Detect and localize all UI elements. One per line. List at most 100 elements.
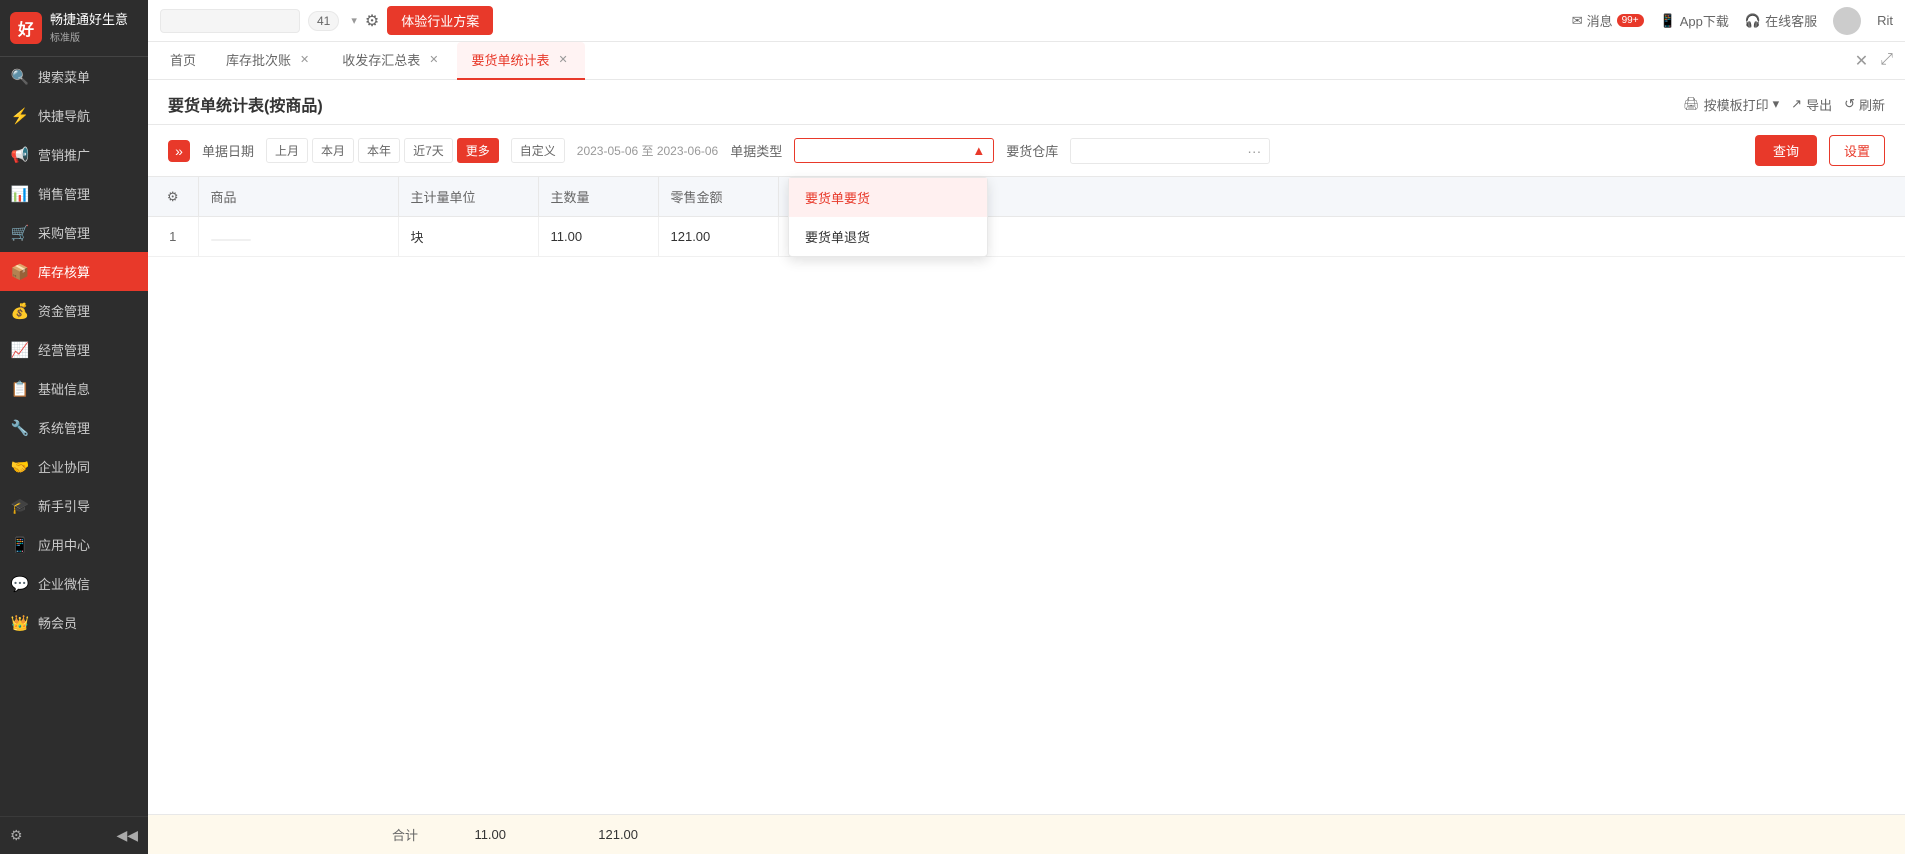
member-icon: 👑 bbox=[10, 614, 30, 632]
trial-button[interactable]: 体验行业方案 bbox=[387, 6, 493, 35]
sidebar-item-purchase[interactable]: 🛒 采购管理 bbox=[0, 213, 148, 252]
page-actions: 🖨 按模板打印 ▾ ↗ 导出 ↺ 刷新 bbox=[1683, 95, 1885, 114]
messages-item[interactable]: ✉ 消息 99+ bbox=[1572, 11, 1644, 30]
col-amount: 零售金额 bbox=[658, 177, 778, 217]
sidebar-item-member[interactable]: 👑 畅会员 bbox=[0, 603, 148, 642]
custom-date-button[interactable]: 自定义 bbox=[511, 138, 565, 163]
sidebar-item-collab[interactable]: 🤝 企业协同 bbox=[0, 447, 148, 486]
app-logo: 好 畅捷通好生意 标准版 bbox=[0, 0, 148, 57]
type-select[interactable]: ▲ bbox=[794, 138, 994, 163]
topbar-search-box[interactable] bbox=[160, 9, 300, 33]
online-service-item[interactable]: 🎧 在线客服 bbox=[1745, 11, 1817, 30]
export-action[interactable]: ↗ 导出 bbox=[1791, 95, 1832, 114]
tab-close-all-icon[interactable]: ✕ bbox=[1851, 49, 1872, 73]
col-settings: ⚙ bbox=[148, 177, 198, 217]
sidebar-item-basic[interactable]: 📋 基础信息 bbox=[0, 369, 148, 408]
marketing-icon: 📢 bbox=[10, 146, 30, 164]
export-icon: ↗ bbox=[1791, 96, 1802, 112]
current-month-button[interactable]: 本月 bbox=[312, 138, 354, 163]
filter-settings-button[interactable]: 设置 bbox=[1829, 135, 1885, 166]
dropdown-option-return[interactable]: 要货单退货 bbox=[789, 217, 987, 256]
sidebar-item-finance[interactable]: 💰 资金管理 bbox=[0, 291, 148, 330]
topbar-left: 41 ▾ ⚙ 体验行业方案 bbox=[160, 6, 493, 35]
tabs-bar: 首页 库存批次账 ✕ 收发存汇总表 ✕ 要货单统计表 ✕ ✕ ⤢ bbox=[148, 42, 1905, 80]
type-select-chevron-up-icon: ▲ bbox=[972, 143, 985, 158]
tabs-right-actions: ✕ ⤢ bbox=[1851, 49, 1897, 73]
sidebar-item-marketing[interactable]: 📢 营销推广 bbox=[0, 135, 148, 174]
messages-count-badge: 99+ bbox=[1617, 14, 1644, 27]
tab-stock-summary-close[interactable]: ✕ bbox=[426, 52, 441, 67]
col-quantity: 主数量 bbox=[538, 177, 658, 217]
tab-order-stats[interactable]: 要货单统计表 ✕ bbox=[457, 42, 584, 80]
dropdown-option-order-label: 要货单要货 bbox=[805, 188, 870, 207]
topbar-gear-icon[interactable]: ⚙ bbox=[365, 11, 379, 31]
refresh-action[interactable]: ↺ 刷新 bbox=[1844, 95, 1885, 114]
sidebar-item-appcenter[interactable]: 📱 应用中心 bbox=[0, 525, 148, 564]
sidebar-item-label: 新手引导 bbox=[38, 496, 90, 515]
app-download-item[interactable]: 📱 App下载 bbox=[1660, 11, 1729, 30]
type-dropdown-menu: 要货单要货 要货单退货 bbox=[788, 177, 988, 257]
year-button[interactable]: 本年 bbox=[358, 138, 400, 163]
topbar-search-input[interactable] bbox=[171, 14, 251, 28]
export-label: 导出 bbox=[1806, 95, 1832, 114]
number-badge: 41 bbox=[308, 11, 339, 31]
tab-order-stats-label: 要货单统计表 bbox=[471, 50, 549, 69]
refresh-label: 刷新 bbox=[1859, 95, 1885, 114]
sidebar-item-system[interactable]: 🔧 系统管理 bbox=[0, 408, 148, 447]
sidebar: 好 畅捷通好生意 标准版 🔍 搜索菜单 ⚡ 快捷导航 📢 营销推广 📊 销售管理… bbox=[0, 0, 148, 854]
basic-icon: 📋 bbox=[10, 380, 30, 398]
app-download-label: App下载 bbox=[1680, 11, 1729, 30]
product-placeholder bbox=[211, 239, 251, 241]
footer-total-quantity: 11.00 bbox=[418, 827, 538, 842]
sidebar-item-label: 库存核算 bbox=[38, 262, 90, 281]
cell-amount: 121.00 bbox=[658, 217, 778, 257]
dropdown-option-order[interactable]: 要货单要货 bbox=[789, 178, 987, 217]
tab-home[interactable]: 首页 bbox=[156, 42, 210, 80]
print-icon: 🖨 bbox=[1683, 96, 1700, 112]
tab-order-stats-close[interactable]: ✕ bbox=[556, 52, 571, 67]
sidebar-item-label: 系统管理 bbox=[38, 418, 90, 437]
expand-filter-button[interactable]: » bbox=[168, 140, 190, 162]
print-dropdown-arrow[interactable]: ▾ bbox=[1773, 96, 1780, 112]
headset-icon: 🎧 bbox=[1745, 13, 1761, 29]
avatar-name: Rit bbox=[1877, 13, 1893, 28]
table-header-row: ⚙ 商品 主计量单位 主数量 零售金额 bbox=[148, 177, 1905, 217]
date-buttons: 上月 本月 本年 近7天 更多 bbox=[266, 138, 499, 163]
sidebar-item-label: 资金管理 bbox=[38, 301, 90, 320]
tab-stock-summary[interactable]: 收发存汇总表 ✕ bbox=[328, 42, 455, 80]
settings-bottom-icon[interactable]: ⚙ bbox=[10, 827, 23, 844]
collapse-sidebar-icon[interactable]: ◀◀ bbox=[116, 827, 138, 844]
app-name: 畅捷通好生意 bbox=[50, 12, 128, 29]
type-select-input[interactable] bbox=[803, 143, 968, 158]
tab-inventory-batch-close[interactable]: ✕ bbox=[297, 52, 312, 67]
prev-month-button[interactable]: 上月 bbox=[266, 138, 308, 163]
sidebar-item-guide[interactable]: 🎓 新手引导 bbox=[0, 486, 148, 525]
query-button[interactable]: 查询 bbox=[1755, 135, 1817, 166]
tab-inventory-batch[interactable]: 库存批次账 ✕ bbox=[212, 42, 326, 80]
sidebar-item-label: 基础信息 bbox=[38, 379, 90, 398]
date-range-display: 2023-05-06 至 2023-06-06 bbox=[577, 142, 718, 159]
avatar[interactable] bbox=[1833, 7, 1861, 35]
sidebar-item-inventory[interactable]: 📦 库存核算 bbox=[0, 252, 148, 291]
wechat-icon: 💬 bbox=[10, 575, 30, 593]
more-button[interactable]: 更多 bbox=[457, 138, 499, 163]
sidebar-item-search[interactable]: 🔍 搜索菜单 bbox=[0, 57, 148, 96]
appcenter-icon: 📱 bbox=[10, 536, 30, 554]
sidebar-item-quicknav[interactable]: ⚡ 快捷导航 bbox=[0, 96, 148, 135]
app-version: 标准版 bbox=[50, 29, 128, 44]
sidebar-item-wechat[interactable]: 💬 企业微信 bbox=[0, 564, 148, 603]
col-settings-gear-icon[interactable]: ⚙ bbox=[167, 189, 179, 204]
refresh-icon: ↺ bbox=[1844, 96, 1855, 112]
warehouse-select[interactable]: ··· bbox=[1070, 138, 1270, 164]
guide-icon: 🎓 bbox=[10, 497, 30, 515]
number-dropdown-arrow[interactable]: ▾ bbox=[351, 14, 357, 27]
print-action[interactable]: 🖨 按模板打印 ▾ bbox=[1683, 95, 1779, 114]
sidebar-item-management[interactable]: 📈 经营管理 bbox=[0, 330, 148, 369]
messages-label: 消息 bbox=[1587, 11, 1613, 30]
tab-maximize-icon[interactable]: ⤢ bbox=[1876, 49, 1897, 73]
sidebar-item-sales[interactable]: 📊 销售管理 bbox=[0, 174, 148, 213]
print-label: 按模板打印 bbox=[1704, 95, 1769, 114]
type-filter-label: 单据类型 bbox=[730, 141, 782, 160]
date-filter-label: 单据日期 bbox=[202, 141, 254, 160]
7days-button[interactable]: 近7天 bbox=[404, 138, 453, 163]
